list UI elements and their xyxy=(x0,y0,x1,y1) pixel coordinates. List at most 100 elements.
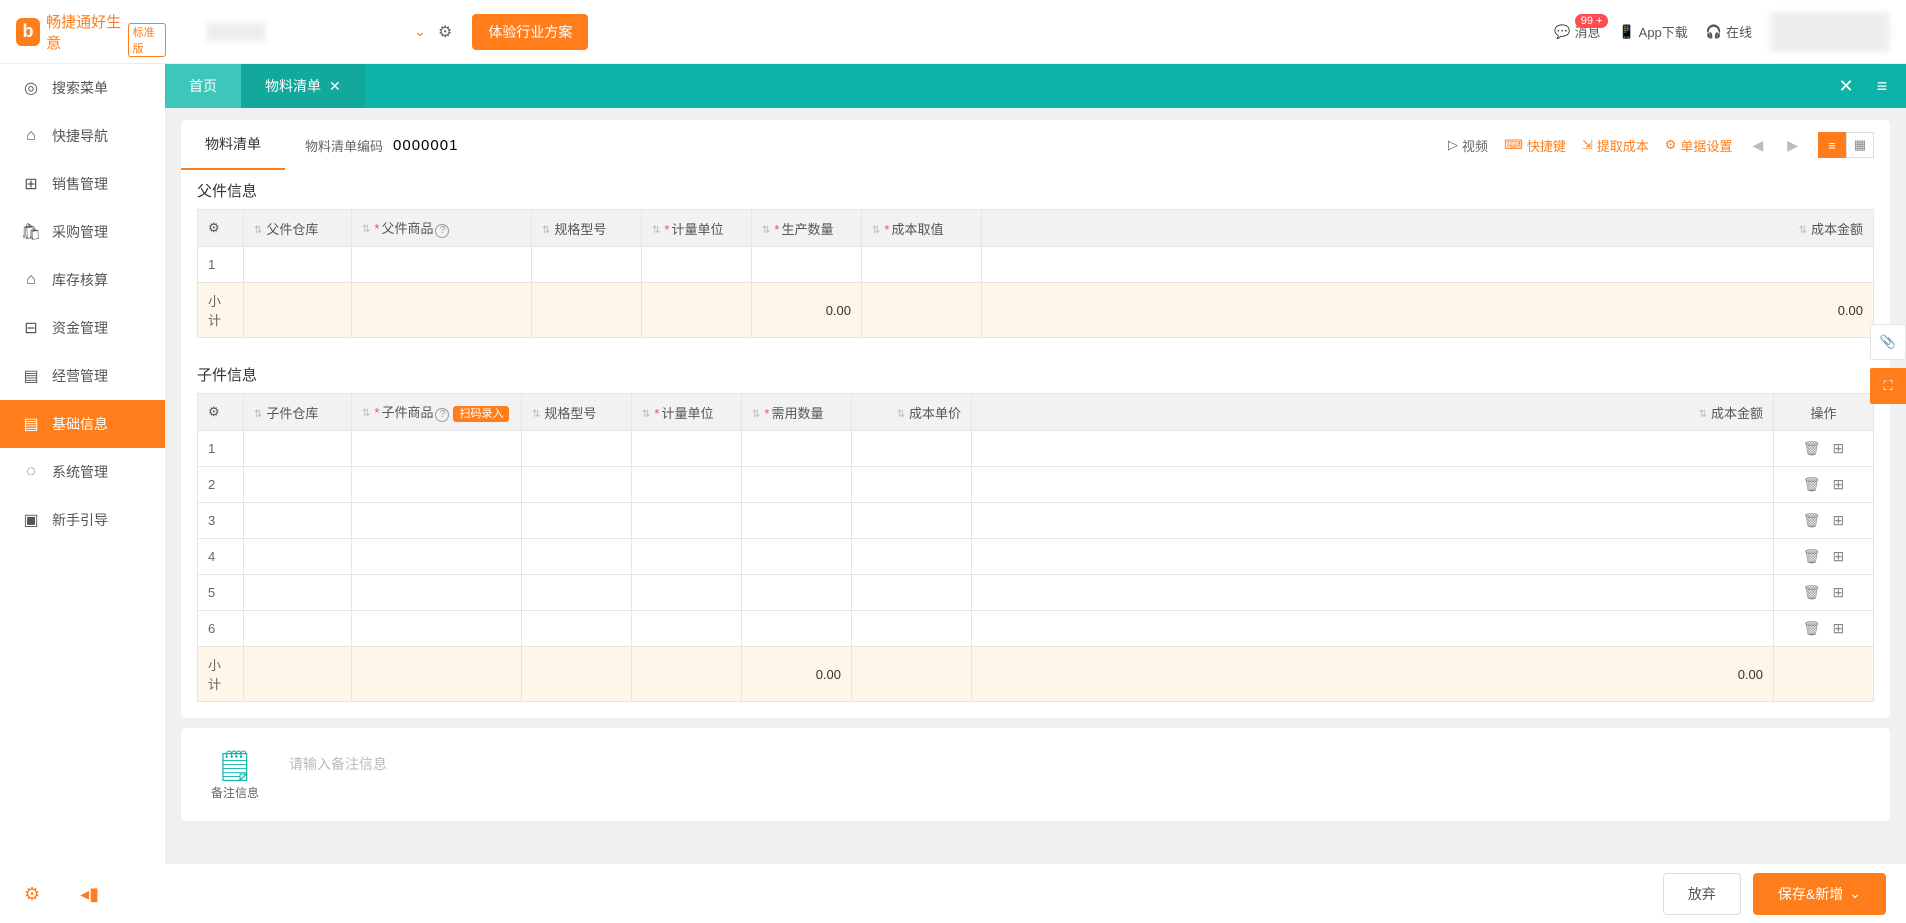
col-child-warehouse[interactable]: ⇅子件仓库 xyxy=(244,394,352,431)
fullscreen-button[interactable]: ⛶ xyxy=(1870,368,1906,404)
delete-row-button[interactable]: 🗑 xyxy=(1803,440,1821,456)
cell-unit[interactable] xyxy=(632,575,742,611)
add-row-button[interactable]: ⊞ xyxy=(1833,584,1845,600)
cell-cost-amount[interactable] xyxy=(972,539,1774,575)
attachment-button[interactable]: 📎 xyxy=(1870,324,1906,360)
table-row[interactable]: 5🗑⊞ xyxy=(198,575,1874,611)
close-all-tabs-button[interactable]: ✕ xyxy=(1832,72,1860,100)
cell-product[interactable] xyxy=(352,611,522,647)
cell-cost-amount[interactable] xyxy=(972,467,1774,503)
collapse-sidebar-button[interactable]: ◂▮ xyxy=(80,884,99,905)
row-settings-header[interactable]: ⚙ xyxy=(198,394,244,431)
cell-need-qty[interactable] xyxy=(742,503,852,539)
table-row[interactable]: 4🗑⊞ xyxy=(198,539,1874,575)
cell-product[interactable] xyxy=(352,247,532,283)
cell-need-qty[interactable] xyxy=(742,467,852,503)
help-icon[interactable]: ? xyxy=(435,224,449,238)
cell-product[interactable] xyxy=(352,467,522,503)
col-child-product[interactable]: ⇅*子件商品?扫码录入 xyxy=(352,394,522,431)
cell-warehouse[interactable] xyxy=(244,247,352,283)
cell-unit[interactable] xyxy=(632,611,742,647)
settings-gear-button[interactable]: ⚙ xyxy=(426,22,464,42)
cell-unit-cost[interactable] xyxy=(852,611,972,647)
table-row[interactable]: 3🗑⊞ xyxy=(198,503,1874,539)
tab-bom[interactable]: 物料清单 ✕ xyxy=(241,64,365,108)
sidebar-item-basic-info[interactable]: ▤ 基础信息 xyxy=(0,400,165,448)
sidebar-item-quick-nav[interactable]: ⌂ 快捷导航 xyxy=(0,112,165,160)
add-row-button[interactable]: ⊞ xyxy=(1833,440,1845,456)
cell-need-qty[interactable] xyxy=(742,611,852,647)
cell-spec[interactable] xyxy=(532,247,642,283)
row-settings-header[interactable]: ⚙ xyxy=(198,210,244,247)
shortcut-button[interactable]: ⌨ 快捷键 xyxy=(1504,136,1566,155)
remark-input[interactable] xyxy=(285,748,1866,780)
close-icon[interactable]: ✕ xyxy=(329,78,341,95)
cell-warehouse[interactable] xyxy=(244,575,352,611)
col-spec[interactable]: ⇅规格型号 xyxy=(532,210,642,247)
add-row-button[interactable]: ⊞ xyxy=(1833,476,1845,492)
cell-unit[interactable] xyxy=(632,431,742,467)
delete-row-button[interactable]: 🗑 xyxy=(1803,512,1821,528)
cell-warehouse[interactable] xyxy=(244,431,352,467)
cell-need-qty[interactable] xyxy=(742,431,852,467)
view-card-button[interactable]: ▦ xyxy=(1846,132,1874,158)
cell-cost-amount[interactable] xyxy=(982,247,1874,283)
cell-product[interactable] xyxy=(352,539,522,575)
sidebar-item-inventory[interactable]: ⌂ 库存核算 xyxy=(0,256,165,304)
cell-spec[interactable] xyxy=(522,575,632,611)
delete-row-button[interactable]: 🗑 xyxy=(1803,476,1821,492)
sidebar-item-system[interactable]: ◌ 系统管理 xyxy=(0,448,165,496)
delete-row-button[interactable]: 🗑 xyxy=(1803,548,1821,564)
cell-warehouse[interactable] xyxy=(244,611,352,647)
tab-menu-button[interactable]: ≡ xyxy=(1868,72,1896,100)
cell-product[interactable] xyxy=(352,431,522,467)
cell-need-qty[interactable] xyxy=(742,539,852,575)
extract-cost-button[interactable]: ⇲ 提取成本 xyxy=(1582,136,1649,155)
cell-unit[interactable] xyxy=(632,467,742,503)
add-row-button[interactable]: ⊞ xyxy=(1833,620,1845,636)
cell-spec[interactable] xyxy=(522,611,632,647)
org-selector[interactable]: ⌄ xyxy=(206,15,426,49)
table-row[interactable]: 2🗑⊞ xyxy=(198,467,1874,503)
cell-unit-cost[interactable] xyxy=(852,467,972,503)
cell-spec[interactable] xyxy=(522,503,632,539)
cell-warehouse[interactable] xyxy=(244,539,352,575)
cell-spec[interactable] xyxy=(522,539,632,575)
sidebar-item-sales[interactable]: ⊞ 销售管理 xyxy=(0,160,165,208)
discard-button[interactable]: 放弃 xyxy=(1663,873,1741,915)
add-row-button[interactable]: ⊞ xyxy=(1833,512,1845,528)
cell-unit-cost[interactable] xyxy=(852,431,972,467)
col-spec[interactable]: ⇅规格型号 xyxy=(522,394,632,431)
user-menu[interactable] xyxy=(1770,12,1890,52)
cell-spec[interactable] xyxy=(522,431,632,467)
sidebar-item-operation[interactable]: ▤ 经营管理 xyxy=(0,352,165,400)
cell-product[interactable] xyxy=(352,503,522,539)
cell-cost-method[interactable] xyxy=(862,247,982,283)
footer-gear-button[interactable]: ⚙ xyxy=(24,884,40,905)
sidebar-item-purchase[interactable]: 🛍 采购管理 xyxy=(0,208,165,256)
col-unit-cost[interactable]: ⇅成本单价 xyxy=(852,394,972,431)
cell-unit[interactable] xyxy=(632,503,742,539)
video-help-button[interactable]: ▷ 视频 xyxy=(1448,136,1488,155)
cell-qty[interactable] xyxy=(752,247,862,283)
cell-cost-amount[interactable] xyxy=(972,611,1774,647)
cell-cost-amount[interactable] xyxy=(972,503,1774,539)
table-row[interactable]: 6🗑⊞ xyxy=(198,611,1874,647)
sub-tab-bom[interactable]: 物料清单 xyxy=(181,120,285,170)
help-icon[interactable]: ? xyxy=(435,408,449,422)
tab-home[interactable]: 首页 xyxy=(165,64,241,108)
col-qty[interactable]: ⇅*生产数量 xyxy=(752,210,862,247)
col-parent-warehouse[interactable]: ⇅父件仓库 xyxy=(244,210,352,247)
col-parent-product[interactable]: ⇅*父件商品? xyxy=(352,210,532,247)
col-unit[interactable]: ⇅*计量单位 xyxy=(632,394,742,431)
trial-industry-button[interactable]: 体验行业方案 xyxy=(472,14,588,50)
table-row[interactable]: 1🗑⊞ xyxy=(198,431,1874,467)
cell-unit[interactable] xyxy=(632,539,742,575)
cell-spec[interactable] xyxy=(522,467,632,503)
table-row[interactable]: 1 xyxy=(198,247,1874,283)
cell-warehouse[interactable] xyxy=(244,467,352,503)
cell-unit[interactable] xyxy=(642,247,752,283)
support-button[interactable]: 🎧 在线 xyxy=(1706,22,1752,41)
sidebar-item-guide[interactable]: ▣ 新手引导 xyxy=(0,496,165,544)
next-doc-button[interactable]: ▶ xyxy=(1783,137,1802,154)
